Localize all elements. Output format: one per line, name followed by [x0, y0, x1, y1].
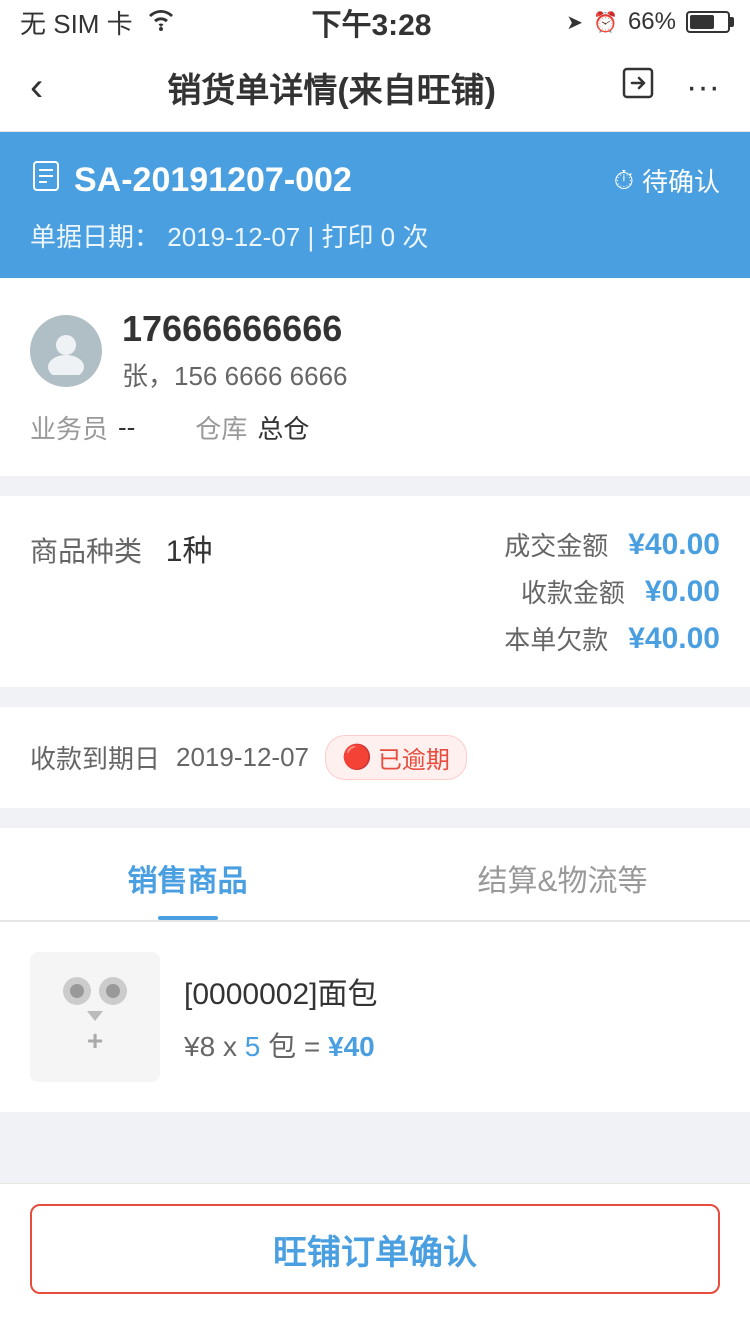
tabs-container: 销售商品 结算&物流等: [0, 828, 750, 922]
owl-logo: +: [63, 977, 127, 1057]
deal-amount-row: 成交金额 ¥40.00: [504, 526, 720, 563]
customer-card: 17666666666 张，156 6666 6666 业务员 -- 仓库 总仓: [0, 278, 750, 476]
order-header: SA-20191207-002 ⏱ 待确认 单据日期： 2019-12-07 |…: [0, 132, 750, 278]
alarm-icon: ⏰: [593, 10, 618, 35]
back-button[interactable]: ‹: [30, 65, 43, 110]
nav-bar: ‹ 销货单详情(来自旺铺) ···: [0, 44, 750, 132]
order-icon: [30, 160, 62, 201]
customer-info: 17666666666 张，156 6666 6666: [122, 308, 348, 393]
tab-settlement[interactable]: 结算&物流等: [375, 828, 750, 920]
tab-products[interactable]: 销售商品: [0, 828, 375, 920]
more-button[interactable]: ···: [686, 68, 720, 107]
received-amount-row: 收款金额 ¥0.00: [504, 573, 720, 610]
order-status: ⏱ 待确认: [614, 162, 720, 199]
bottom-bar: 旺铺订单确认: [0, 1183, 750, 1334]
battery-label: 66%: [628, 8, 676, 36]
confirm-button[interactable]: 旺铺订单确认: [30, 1204, 720, 1294]
share-button[interactable]: [620, 65, 656, 110]
nav-actions: ···: [620, 65, 720, 110]
owed-amount-row: 本单欠款 ¥40.00: [504, 620, 720, 657]
product-item: + [0000002]面包 ¥8 x 5 包 = ¥40: [0, 922, 750, 1112]
product-thumbnail: +: [30, 952, 160, 1082]
due-date-card: 收款到期日 2019-12-07 🔴 已逾期: [0, 707, 750, 808]
product-list: + [0000002]面包 ¥8 x 5 包 = ¥40: [0, 922, 750, 1112]
summary-left: 商品种类 1种: [30, 526, 212, 570]
product-info: [0000002]面包 ¥8 x 5 包 = ¥40: [184, 969, 720, 1065]
warehouse-item: 仓库 总仓: [195, 409, 309, 446]
clock-icon: ⏱: [614, 165, 634, 197]
salesperson-item: 业务员 --: [30, 409, 135, 446]
customer-meta: 业务员 -- 仓库 总仓: [30, 409, 720, 446]
avatar: [30, 315, 102, 387]
status-bar-left: 无 SIM 卡: [20, 4, 177, 41]
summary-card: 商品种类 1种 成交金额 ¥40.00 收款金额 ¥0.00 本单欠款 ¥40.…: [0, 496, 750, 687]
location-icon: ➤: [566, 10, 583, 35]
order-number: SA-20191207-002: [30, 160, 352, 201]
wifi-icon: [145, 7, 177, 38]
customer-phone: 17666666666: [122, 308, 348, 350]
product-name: [0000002]面包: [184, 969, 720, 1013]
page-title: 销货单详情(来自旺铺): [167, 63, 496, 112]
customer-name: 张，156 6666 6666: [122, 356, 348, 393]
order-date: 单据日期： 2019-12-07 | 打印 0 次: [30, 217, 720, 254]
overdue-badge: 🔴 已逾期: [325, 735, 467, 780]
battery-icon: [686, 11, 730, 33]
status-bar: 无 SIM 卡 下午3:28 ➤ ⏰ 66%: [0, 0, 750, 44]
status-bar-time: 下午3:28: [311, 0, 431, 44]
summary-right: 成交金额 ¥40.00 收款金额 ¥0.00 本单欠款 ¥40.00: [504, 526, 720, 657]
carrier-label: 无 SIM 卡: [20, 4, 133, 41]
status-bar-right: ➤ ⏰ 66%: [566, 8, 730, 36]
product-price: ¥8 x 5 包 = ¥40: [184, 1025, 720, 1065]
overdue-icon: 🔴: [342, 743, 372, 772]
